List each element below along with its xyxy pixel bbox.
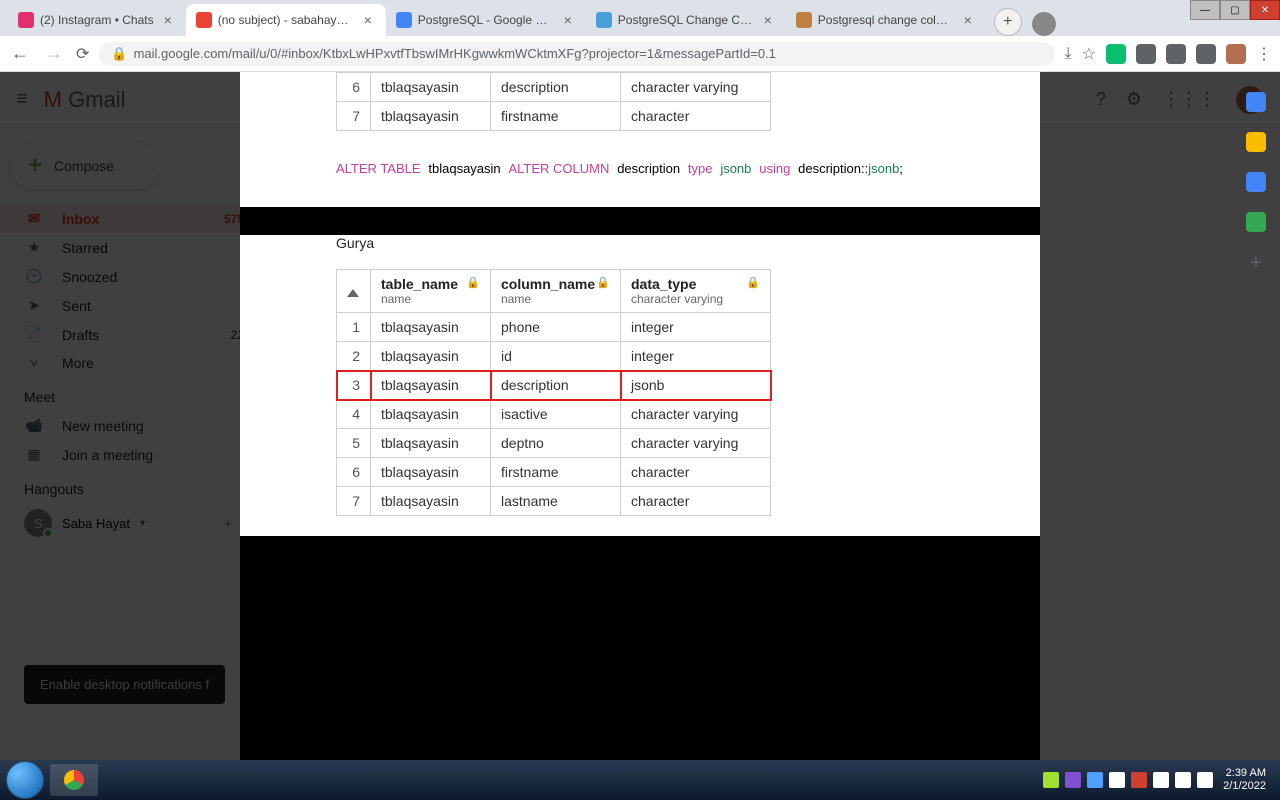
- tab-favicon: [396, 12, 412, 28]
- browser-tab[interactable]: PostgreSQL Change Colum ×: [586, 4, 786, 36]
- nav-back[interactable]: ←: [8, 43, 32, 64]
- table-row: 3tblaqsayasindescriptionjsonb: [337, 371, 771, 400]
- tray-icon[interactable]: [1153, 772, 1169, 788]
- side-panel-icon[interactable]: [1246, 132, 1266, 152]
- windows-taskbar: 2:39 AM 2/1/2022: [0, 760, 1280, 800]
- sql-statement: ALTER TABLE tblaqsayasin ALTER COLUMN de…: [336, 161, 1040, 177]
- tab-close-icon[interactable]: ×: [760, 12, 776, 28]
- image-panel-1: 6tblaqsayasindescriptioncharacter varyin…: [240, 72, 1040, 207]
- tab-favicon: [796, 12, 812, 28]
- side-panel-add[interactable]: +: [1250, 252, 1262, 275]
- taskbar-chrome[interactable]: [50, 764, 98, 796]
- nav-reload[interactable]: ⟳: [76, 44, 89, 64]
- db-table-2: table_name🔒name column_name🔒name data_ty…: [336, 269, 771, 516]
- extension-icon[interactable]: [1166, 44, 1186, 64]
- side-panel-rail: +: [1232, 72, 1280, 760]
- browser-tab[interactable]: (2) Instagram • Chats ×: [8, 4, 186, 36]
- browser-tab[interactable]: PostgreSQL - Google Docs ×: [386, 4, 586, 36]
- panel-caption: Gurya: [336, 235, 1040, 251]
- table-row: 7tblaqsayasinfirstnamecharacter: [337, 102, 771, 131]
- tray-icon[interactable]: [1131, 772, 1147, 788]
- window-controls: — ▢ ✕: [1190, 0, 1280, 20]
- tab-close-icon[interactable]: ×: [560, 12, 576, 28]
- image-panel-2: Gurya table_name🔒name column_name🔒name d…: [240, 235, 1040, 536]
- install-app-icon[interactable]: ⤓: [1065, 45, 1072, 63]
- side-panel-icon[interactable]: [1246, 212, 1266, 232]
- window-minimize[interactable]: —: [1190, 0, 1220, 20]
- new-tab-button[interactable]: +: [994, 8, 1022, 36]
- tray-icon[interactable]: [1109, 772, 1125, 788]
- browser-tab-bar: (2) Instagram • Chats × (no subject) - s…: [0, 0, 1280, 36]
- table-row: 6tblaqsayasinfirstnamecharacter: [337, 458, 771, 487]
- tab-close-icon[interactable]: ×: [360, 12, 376, 28]
- start-button[interactable]: [6, 761, 44, 799]
- table-row: 7tblaqsayasinlastnamecharacter: [337, 487, 771, 516]
- browser-tab[interactable]: (no subject) - sabahayatkha ×: [186, 4, 386, 36]
- tray-icon[interactable]: [1175, 772, 1191, 788]
- table-header-row: table_name🔒name column_name🔒name data_ty…: [337, 270, 771, 313]
- tab-title: PostgreSQL - Google Docs: [418, 13, 554, 27]
- profile-chip[interactable]: [1032, 12, 1056, 36]
- extension-icon[interactable]: [1226, 44, 1246, 64]
- table-row: 6tblaqsayasindescriptioncharacter varyin…: [337, 73, 771, 102]
- url-text: mail.google.com/mail/u/0/#inbox/KtbxLwHP…: [134, 46, 776, 61]
- tab-close-icon[interactable]: ×: [160, 12, 176, 28]
- taskbar-clock[interactable]: 2:39 AM 2/1/2022: [1223, 767, 1274, 793]
- table-row: 2tblaqsayasinidinteger: [337, 342, 771, 371]
- url-box[interactable]: 🔒 mail.google.com/mail/u/0/#inbox/KtbxLw…: [99, 42, 1054, 66]
- extension-icon[interactable]: [1136, 44, 1156, 64]
- tab-title: Postgresql change column: [818, 13, 954, 27]
- extension-icon[interactable]: [1106, 44, 1126, 64]
- lock-icon: 🔒: [111, 46, 127, 62]
- side-panel-icon[interactable]: [1246, 172, 1266, 192]
- table-row: 1tblaqsayasinphoneinteger: [337, 313, 771, 342]
- tab-close-icon[interactable]: ×: [960, 12, 976, 28]
- side-panel-icon[interactable]: [1246, 92, 1266, 112]
- tray-icon[interactable]: [1087, 772, 1103, 788]
- tab-favicon: [196, 12, 212, 28]
- nav-forward[interactable]: →: [42, 43, 66, 64]
- chrome-menu-icon[interactable]: ⋮: [1256, 44, 1272, 64]
- tab-title: (2) Instagram • Chats: [40, 13, 154, 27]
- address-bar: ← → ⟳ 🔒 mail.google.com/mail/u/0/#inbox/…: [0, 36, 1280, 72]
- tab-title: (no subject) - sabahayatkha: [218, 13, 354, 27]
- attachment-lightbox: 6tblaqsayasindescriptioncharacter varyin…: [240, 72, 1040, 760]
- table-row: 4tblaqsayasinisactivecharacter varying: [337, 400, 771, 429]
- tab-title: PostgreSQL Change Colum: [618, 13, 754, 27]
- browser-tab[interactable]: Postgresql change column ×: [786, 4, 986, 36]
- extension-icons: [1106, 44, 1246, 64]
- window-maximize[interactable]: ▢: [1220, 0, 1250, 20]
- bookmark-star-icon[interactable]: ☆: [1082, 44, 1096, 64]
- tray-icon[interactable]: [1197, 772, 1213, 788]
- tab-favicon: [18, 12, 34, 28]
- tray-icon[interactable]: [1043, 772, 1059, 788]
- db-table-1: 6tblaqsayasindescriptioncharacter varyin…: [336, 72, 771, 131]
- window-close[interactable]: ✕: [1250, 0, 1280, 20]
- tab-favicon: [596, 12, 612, 28]
- tray-icon[interactable]: [1065, 772, 1081, 788]
- table-row: 5tblaqsayasindeptnocharacter varying: [337, 429, 771, 458]
- system-tray: 2:39 AM 2/1/2022: [1043, 767, 1274, 793]
- extension-icon[interactable]: [1196, 44, 1216, 64]
